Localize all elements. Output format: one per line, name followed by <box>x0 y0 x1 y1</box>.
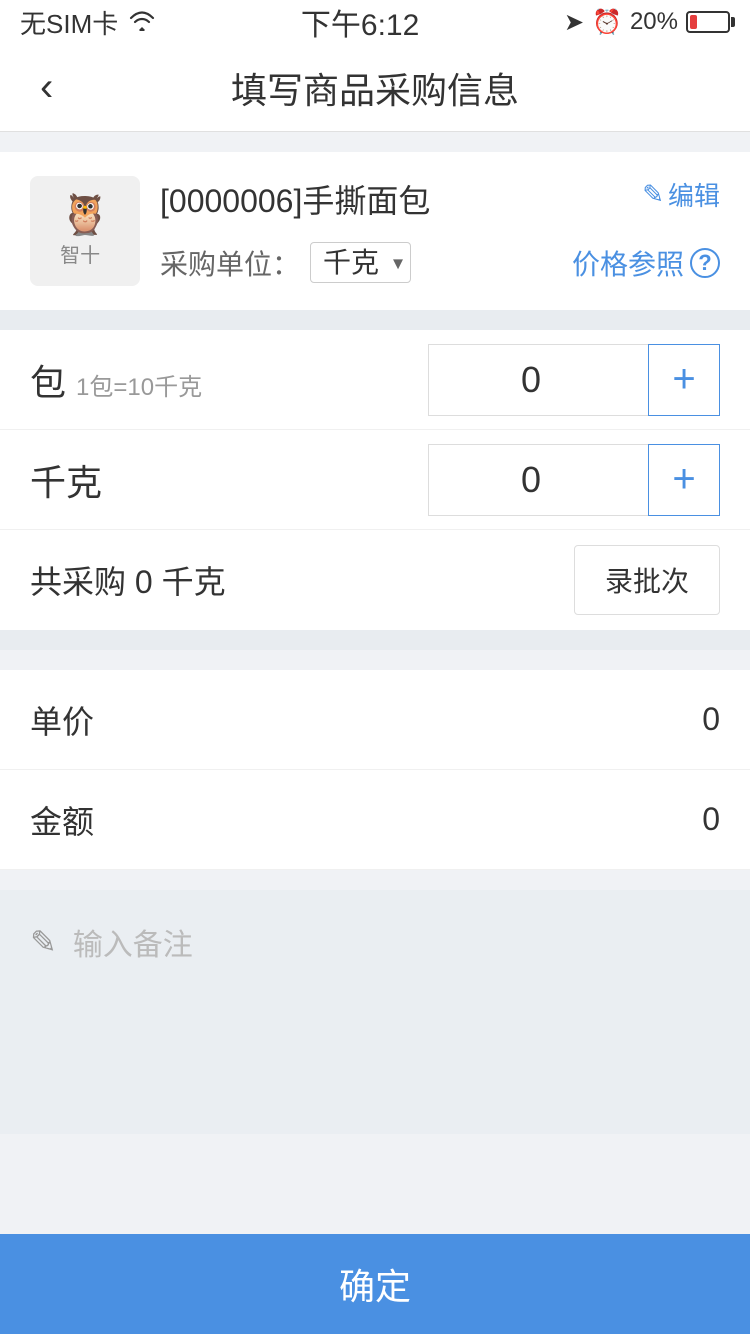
product-info: [0000006]手撕面包 ✎ 编辑 采购单位： 千克 包 斤 <box>160 176 720 283</box>
price-ref-help-icon: ? <box>690 248 720 278</box>
page-title: 填写商品采购信息 <box>231 62 519 114</box>
product-image: 🦉 智十 <box>30 176 140 286</box>
batch-button[interactable]: 录批次 <box>574 545 720 615</box>
amount-label: 金额 <box>30 797 94 843</box>
price-section: 单价 0 金额 0 <box>0 670 750 870</box>
bao-main-label: 包 <box>30 354 66 406</box>
product-logo-text: 智十 <box>60 239 110 268</box>
back-button[interactable]: ‹ <box>30 55 63 120</box>
status-bar: 无SIM卡 下午6:12 ➤ ⏰ 20% <box>0 0 750 44</box>
total-amount-row: 金额 0 <box>0 770 750 870</box>
bao-label: 包 1包=10千克 <box>30 354 210 406</box>
status-time: 下午6:12 <box>301 0 419 44</box>
total-prefix: 共采购 <box>30 564 126 600</box>
bao-sub-label: 1包=10千克 <box>76 367 202 402</box>
total-row: 共采购 0 千克 录批次 <box>0 530 750 630</box>
status-right: ➤ ⏰ 20% <box>564 8 730 37</box>
product-unit-row: 采购单位： 千克 包 斤 价格参照 ? <box>160 242 720 283</box>
product-card: 🦉 智十 [0000006]手撕面包 ✎ 编辑 采购单位： 千克 包 <box>0 152 750 310</box>
content-background <box>0 994 750 1134</box>
nav-bar: ‹ 填写商品采购信息 <box>0 44 750 132</box>
price-ref-button[interactable]: 价格参照 ? <box>572 243 720 283</box>
unit-prefix: 采购单位： <box>160 243 300 283</box>
bao-input[interactable] <box>428 344 648 416</box>
unit-select-wrapper[interactable]: 千克 包 斤 <box>310 242 411 283</box>
kg-plus-button[interactable]: + <box>648 444 720 516</box>
kg-controls: + <box>428 444 720 516</box>
confirm-button[interactable]: 确定 <box>0 1234 750 1334</box>
edit-button[interactable]: ✎ 编辑 <box>642 176 720 213</box>
kg-label: 千克 <box>30 454 210 506</box>
bottom-padding <box>0 1134 750 1234</box>
alarm-icon: ⏰ <box>592 8 622 37</box>
bao-controls: + <box>428 344 720 416</box>
bao-plus-button[interactable]: + <box>648 344 720 416</box>
unit-select[interactable]: 千克 包 斤 <box>310 242 411 283</box>
section-divider-2 <box>0 630 750 650</box>
kg-main-label: 千克 <box>30 454 102 506</box>
battery-percent: 20% <box>630 8 678 36</box>
status-left: 无SIM卡 <box>20 4 156 41</box>
edit-label: 编辑 <box>668 176 720 213</box>
product-logo-icon: 🦉 <box>60 195 110 235</box>
location-icon: ➤ <box>564 8 584 37</box>
product-name: [0000006]手撕面包 <box>160 176 430 222</box>
battery-icon <box>686 11 730 33</box>
notes-placeholder: 输入备注 <box>73 920 193 964</box>
notes-icon: ✎ <box>30 923 57 961</box>
unit-price-row: 单价 0 <box>0 670 750 770</box>
kg-row: 千克 + <box>0 430 750 530</box>
unit-price-value: 0 <box>702 701 720 738</box>
carrier-label: 无SIM卡 <box>20 4 118 41</box>
total-unit: 千克 <box>162 564 226 600</box>
unit-label: 采购单位： 千克 包 斤 <box>160 242 411 283</box>
quantity-section: 包 1包=10千克 + 千克 + <box>0 330 750 530</box>
kg-input[interactable] <box>428 444 648 516</box>
total-text: 共采购 0 千克 <box>30 557 226 603</box>
unit-price-label: 单价 <box>30 697 94 743</box>
bao-row: 包 1包=10千克 + <box>0 330 750 430</box>
price-ref-label: 价格参照 <box>572 243 684 283</box>
wifi-icon <box>128 7 156 38</box>
product-header: [0000006]手撕面包 ✎ 编辑 <box>160 176 720 222</box>
amount-value: 0 <box>702 801 720 838</box>
section-divider-1 <box>0 310 750 330</box>
edit-icon: ✎ <box>642 179 664 210</box>
total-amount: 0 <box>135 564 162 600</box>
notes-section[interactable]: ✎ 输入备注 <box>0 890 750 994</box>
